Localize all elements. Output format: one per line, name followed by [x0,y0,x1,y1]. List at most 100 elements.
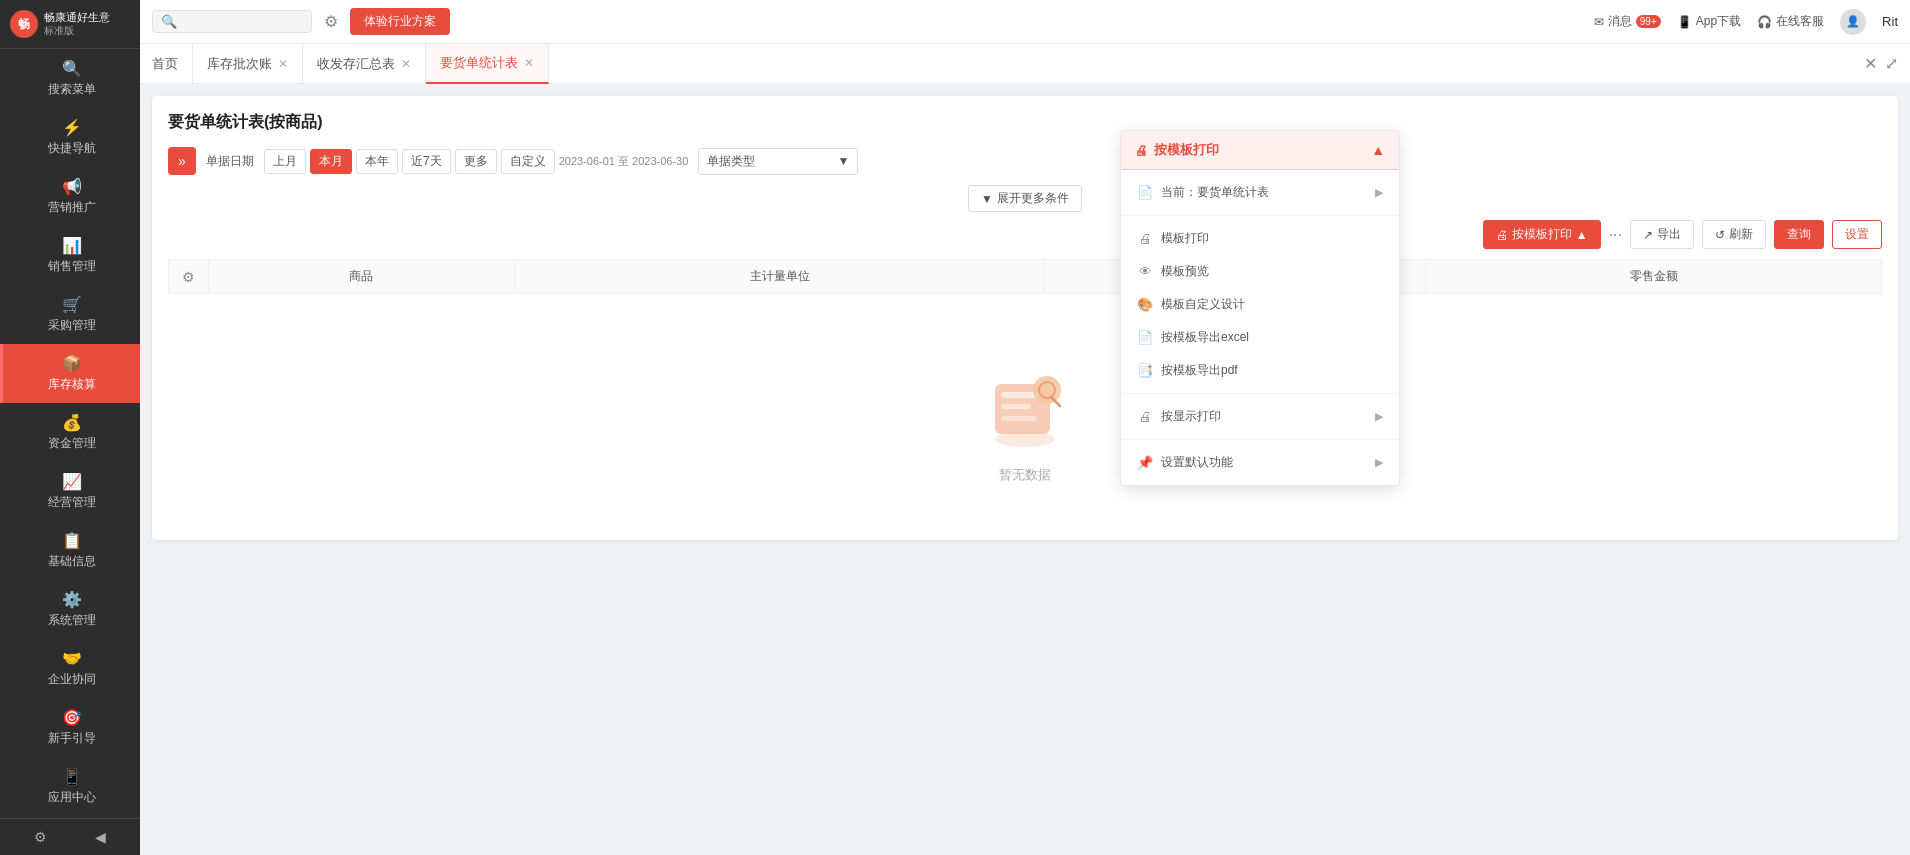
sidebar-icon-sales-mgmt: 📊 [62,236,82,255]
sidebar-item-sys-mgmt[interactable]: ⚙️系统管理 [0,580,140,639]
more-actions-icon[interactable]: ··· [1609,226,1622,244]
tab-home[interactable]: 首页 [152,44,193,84]
sidebar-label-ops-mgmt: 经营管理 [48,494,96,511]
app-logo: 畅 畅康通好生意 标准版 [0,0,140,49]
set-default-item[interactable]: 📌 设置默认功能 ▶ [1121,446,1399,479]
tab-close-receipt-summary[interactable]: ✕ [401,57,411,71]
template-export-pdf-label: 按模板导出pdf [1161,362,1238,379]
sidebar-label-sales-mgmt: 销售管理 [48,258,96,275]
sidebar-item-app-center[interactable]: 📱应用中心 [0,757,140,816]
set-default-arrow: ▶ [1375,456,1383,469]
date-btn-7days[interactable]: 近7天 [402,149,451,174]
trial-btn[interactable]: 体验行业方案 [350,8,450,35]
filter-expand-btn[interactable]: » [168,147,196,175]
svg-rect-4 [1001,416,1036,421]
logo-icon: 畅 [10,10,38,38]
tab-order-stats[interactable]: 要货单统计表 ✕ [426,44,549,84]
tab-close-inventory-batch[interactable]: ✕ [278,57,288,71]
collapse-sidebar-icon[interactable]: ◀ [95,829,106,845]
date-range-display: 2023-06-01 至 2023-06-30 [559,154,689,169]
sidebar-item-ops-mgmt[interactable]: 📈 经营管理 [0,462,140,521]
template-export-pdf-item[interactable]: 📑 按模板导出pdf [1121,354,1399,387]
template-preview-label: 模板预览 [1161,263,1209,280]
template-custom-item[interactable]: 🎨 模板自定义设计 [1121,288,1399,321]
sidebar-item-basic-info[interactable]: 📋 基础信息 [0,521,140,580]
app-download-item[interactable]: 📱 App下载 [1677,13,1741,30]
tab-close-order-stats[interactable]: ✕ [524,56,534,70]
topbar-right: ✉ 消息 99+ 📱 App下载 🎧 在线客服 👤 Rit [1594,9,1898,35]
dropdown-close-icon[interactable]: ▲ [1371,142,1385,158]
sidebar-item-enterprise-collab[interactable]: 🤝企业协同 [0,639,140,698]
sidebar-icon-marketing: 📢 [62,177,82,196]
close-window-icon[interactable]: ✕ [1864,54,1877,73]
sidebar-label-purchase-mgmt: 采购管理 [48,317,96,334]
app-download-label: App下载 [1696,13,1741,30]
template-export-excel-item[interactable]: 📄 按模板导出excel [1121,321,1399,354]
col-unit-header: 主计量单位 [514,260,1045,294]
template-preview-icon: 👁 [1137,264,1153,279]
sidebar-icon-quick-nav: ⚡ [62,118,82,137]
topbar-gear-icon[interactable]: ⚙ [324,12,338,31]
online-service-item[interactable]: 🎧 在线客服 [1757,13,1824,30]
dropdown-current-item[interactable]: 📄 当前：要货单统计表 ▶ [1121,176,1399,209]
sidebar-label-newbie-guide: 新手引导 [48,730,96,747]
col-product-header: 商品 [209,260,515,294]
set-default-icon: 📌 [1137,455,1153,470]
table-settings-icon[interactable]: ⚙ [182,269,195,285]
print-chevron-up: ▲ [1576,228,1588,242]
template-export-excel-label: 按模板导出excel [1161,329,1249,346]
tab-receipt-summary[interactable]: 收发存汇总表✕ [303,44,426,84]
user-avatar[interactable]: 👤 [1840,9,1866,35]
sidebar-item-marketing[interactable]: 📢 营销推广 [0,167,140,226]
sidebar-item-sales-mgmt[interactable]: 📊 销售管理 [0,226,140,285]
date-btn-last-month[interactable]: 上月 [264,149,306,174]
chevron-down-icon: ▼ [981,192,993,206]
settings-footer-icon[interactable]: ⚙ [34,829,47,845]
sidebar-icon-basic-info: 📋 [62,531,82,550]
filter-row: » 单据日期 上月 本月 本年 近7天 更多 自定义 2023-06-01 至 … [168,147,1882,175]
display-print-item[interactable]: 🖨 按显示打印 ▶ [1121,400,1399,433]
sidebar-item-inventory-calc[interactable]: 📦库存核算 [0,344,140,403]
expand-window-icon[interactable]: ⤢ [1885,54,1898,73]
sidebar-item-quick-nav[interactable]: ⚡快捷导航 [0,108,140,167]
sidebar-item-newbie-guide[interactable]: 🎯 新手引导 [0,698,140,757]
sidebar-item-search-menu[interactable]: 🔍搜索菜单 [0,49,140,108]
date-btn-this-year[interactable]: 本年 [356,149,398,174]
sidebar-icon-ops-mgmt: 📈 [62,472,82,491]
search-input[interactable] [181,15,291,29]
template-preview-item[interactable]: 👁 模板预览 [1121,255,1399,288]
dropdown-current-section: 📄 当前：要货单统计表 ▶ [1121,170,1399,216]
print-btn[interactable]: 🖨 按模板打印 ▲ [1483,220,1601,249]
order-type-select[interactable]: 单据类型 ▼ [698,148,858,175]
sidebar-label-marketing: 营销推广 [48,199,96,216]
export-btn[interactable]: ↗ 导出 [1630,220,1694,249]
refresh-btn[interactable]: ↺ 刷新 [1702,220,1766,249]
template-custom-label: 模板自定义设计 [1161,296,1245,313]
sidebar-item-purchase-mgmt[interactable]: 🛒 采购管理 [0,285,140,344]
date-btn-custom[interactable]: 自定义 [501,149,555,174]
sidebar-icon-newbie-guide: 🎯 [62,708,82,727]
expand-more-btn[interactable]: ▼ 展开更多条件 [968,185,1082,212]
sidebar-item-funds-mgmt[interactable]: 💰 资金管理 [0,403,140,462]
date-btn-this-month[interactable]: 本月 [310,149,352,174]
topbar-search-box[interactable]: 🔍 [152,10,312,33]
date-btn-more[interactable]: 更多 [455,149,497,174]
query-btn[interactable]: 查询 [1774,220,1824,249]
settings-btn[interactable]: 设置 [1832,220,1882,249]
sidebar-label-basic-info: 基础信息 [48,553,96,570]
main-content: 🔍 ⚙ 体验行业方案 ✉ 消息 99+ 📱 App下载 🎧 在线客服 👤 Rit [140,0,1910,855]
current-template-label: 当前：要货单统计表 [1161,184,1269,201]
sidebar-label-funds-mgmt: 资金管理 [48,435,96,452]
set-default-label: 设置默认功能 [1161,454,1233,471]
tab-label-order-stats: 要货单统计表 [440,54,518,72]
display-print-arrow: ▶ [1375,410,1383,423]
template-print-item[interactable]: 🖨 模板打印 [1121,222,1399,255]
sidebar-icon-purchase-mgmt: 🛒 [62,295,82,314]
sidebar-icon-funds-mgmt: 💰 [62,413,82,432]
tab-inventory-batch[interactable]: 库存批次账✕ [193,44,303,84]
app-edition: 标准版 [44,24,110,38]
sidebar: 畅 畅康通好生意 标准版 🔍搜索菜单⚡快捷导航 📢 营销推广 📊 销售管理 🛒 采购管理 📦库… [0,0,140,855]
messages-item[interactable]: ✉ 消息 99+ [1594,13,1661,30]
dropdown-header[interactable]: 🖨 按模板打印 ▲ [1121,131,1399,170]
topbar: 🔍 ⚙ 体验行业方案 ✉ 消息 99+ 📱 App下载 🎧 在线客服 👤 Rit [140,0,1910,44]
